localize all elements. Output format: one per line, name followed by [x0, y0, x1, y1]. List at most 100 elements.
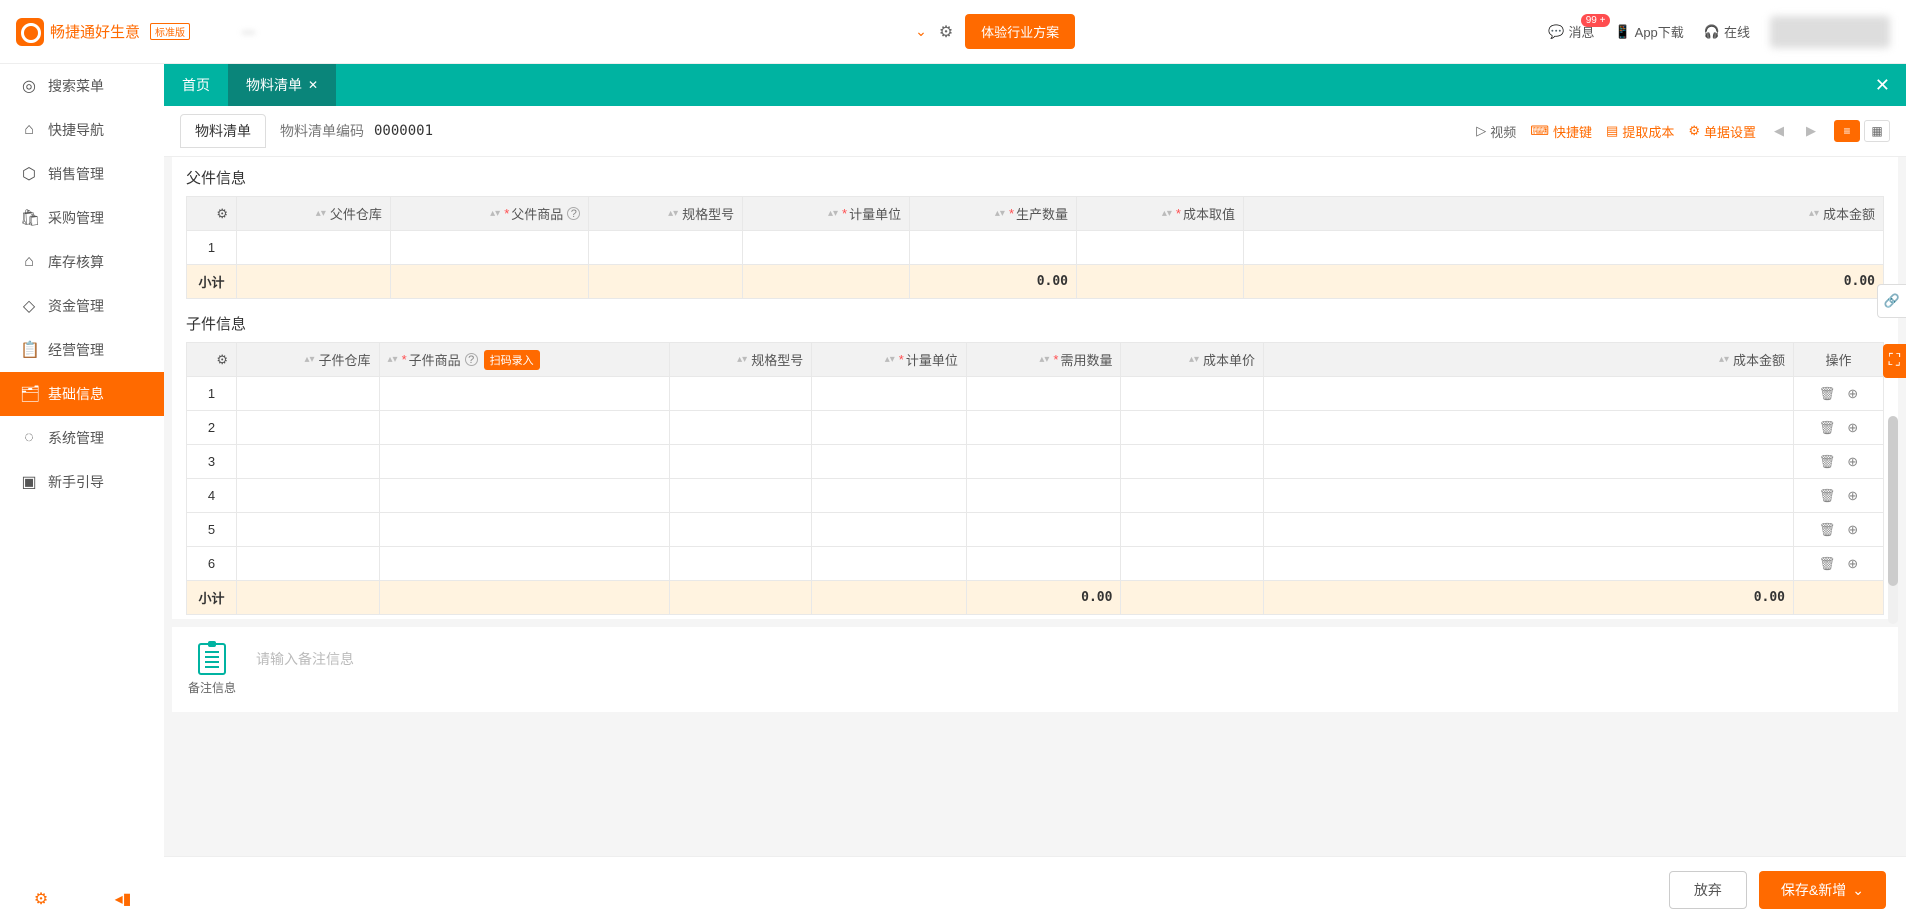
add-icon[interactable]: ⊕	[1847, 454, 1858, 470]
tab-bar: 首页 物料清单 ✕ ✕	[164, 64, 1906, 106]
delete-icon[interactable]: 🗑	[1819, 488, 1836, 504]
table-row[interactable]: 4 🗑 ⊕	[187, 479, 1884, 513]
col-parent-unit[interactable]: ▴▾*计量单位	[743, 197, 910, 231]
extract-cost-link[interactable]: ▤提取成本	[1606, 122, 1674, 141]
col-parent-cost[interactable]: ▴▾*成本取值	[1077, 197, 1244, 231]
sidebar-item-basedata[interactable]: 🗂基础信息	[0, 372, 164, 416]
gear-icon: ⚙	[1688, 123, 1700, 139]
prev-doc-button[interactable]: ◀	[1770, 123, 1788, 139]
search-icon: ◎	[20, 76, 38, 96]
sidebar-item-purchase[interactable]: 🛍采购管理	[0, 196, 164, 240]
delete-icon[interactable]: 🗑	[1819, 420, 1836, 436]
support-link[interactable]: 🎧 在线	[1704, 22, 1750, 41]
messages-link[interactable]: 💬 消息 99 +	[1548, 22, 1594, 41]
user-avatar[interactable]	[1770, 16, 1890, 48]
bom-code-value: 0000001	[374, 123, 433, 139]
col-gear[interactable]: ⚙	[187, 343, 237, 377]
download-link[interactable]: 📱 App下载	[1614, 22, 1683, 41]
table-row[interactable]: 3🗑⊕	[187, 445, 1884, 479]
expand-button[interactable]: ⛶	[1883, 344, 1906, 378]
sub-header: 物料清单 物料清单编码 0000001 ▷视频 ⌨快捷键 ▤提取成本 ⚙单据设置…	[164, 106, 1906, 157]
table-row[interactable]: 1	[187, 231, 1884, 265]
col-child-wh[interactable]: ▴▾子件仓库	[237, 343, 380, 377]
col-child-qty[interactable]: ▴▾*需用数量	[966, 343, 1121, 377]
col-child-amount[interactable]: ▴▾成本金额	[1264, 343, 1794, 377]
hotkey-link[interactable]: ⌨快捷键	[1530, 122, 1592, 141]
subtab-bom[interactable]: 物料清单	[180, 114, 266, 148]
doc-settings-link[interactable]: ⚙单据设置	[1688, 122, 1756, 141]
col-child-goods[interactable]: ▴▾*子件商品?扫码录入	[379, 343, 669, 377]
col-child-unit[interactable]: ▴▾*计量单位	[812, 343, 967, 377]
view-grid-button[interactable]: ▦	[1864, 120, 1890, 142]
next-doc-button[interactable]: ▶	[1802, 123, 1820, 139]
tab-home[interactable]: 首页	[164, 64, 228, 106]
brand-name: 畅捷通好生意	[50, 21, 140, 42]
table-row[interactable]: 5🗑⊕	[187, 513, 1884, 547]
tab-bom[interactable]: 物料清单 ✕	[228, 64, 336, 106]
scrollbar-thumb[interactable]	[1888, 416, 1898, 586]
delete-icon[interactable]: 🗑	[1819, 522, 1836, 538]
parent-table: ⚙ ▴▾父件仓库 ▴▾*父件商品? ▴▾规格型号 ▴▾*计量单位 ▴▾*生产数量…	[186, 196, 1884, 299]
scan-button[interactable]: 扫码录入	[484, 350, 540, 370]
sidebar-item-guide[interactable]: ▣新手引导	[0, 460, 164, 504]
sidebar-item-funds[interactable]: ◇资金管理	[0, 284, 164, 328]
add-icon[interactable]: ⊕	[1847, 556, 1858, 572]
add-icon[interactable]: ⊕	[1847, 522, 1858, 538]
save-new-button[interactable]: 保存&新增 ⌄	[1759, 871, 1886, 909]
col-gear[interactable]: ⚙	[187, 197, 237, 231]
sidebar-item-search[interactable]: ◎搜索菜单	[0, 64, 164, 108]
sort-icon: ▴▾	[885, 357, 895, 363]
footer: 放弃 保存&新增 ⌄	[164, 856, 1906, 923]
subtotal-qty: 0.00	[966, 581, 1121, 615]
system-icon: ◌	[20, 429, 38, 447]
close-all-tabs[interactable]: ✕	[1859, 75, 1906, 96]
col-child-spec[interactable]: ▴▾规格型号	[669, 343, 812, 377]
add-icon[interactable]: ⊕	[1847, 420, 1858, 436]
help-icon[interactable]: ?	[567, 207, 580, 220]
discard-button[interactable]: 放弃	[1669, 871, 1747, 909]
warehouse-icon: ⌂	[20, 253, 38, 271]
trial-button[interactable]: 体验行业方案	[965, 14, 1075, 49]
parent-subtotal-row: 小计 0.00 0.00	[187, 265, 1884, 299]
scrollbar[interactable]	[1888, 416, 1898, 624]
sidebar-item-sales[interactable]: ⬡销售管理	[0, 152, 164, 196]
col-parent-wh[interactable]: ▴▾父件仓库	[237, 197, 391, 231]
sidebar-item-inventory[interactable]: ⌂库存核算	[0, 240, 164, 284]
close-icon[interactable]: ✕	[308, 78, 318, 92]
sidebar: ◎搜索菜单 ⌂快捷导航 ⬡销售管理 🛍采购管理 ⌂库存核算 ◇资金管理 📋经营管…	[0, 64, 164, 923]
view-list-button[interactable]: ≡	[1834, 120, 1860, 142]
sidebar-item-quicknav[interactable]: ⌂快捷导航	[0, 108, 164, 152]
chevron-down-icon[interactable]: ⌄	[915, 23, 927, 40]
add-icon[interactable]: ⊕	[1847, 386, 1858, 402]
col-child-price[interactable]: ▴▾成本单价	[1121, 343, 1264, 377]
gear-icon[interactable]: ⚙	[939, 22, 953, 42]
col-parent-qty[interactable]: ▴▾*生产数量	[910, 197, 1077, 231]
video-link[interactable]: ▷视频	[1476, 122, 1516, 141]
notes-section: 备注信息	[172, 627, 1898, 712]
delete-icon[interactable]: 🗑	[1819, 386, 1836, 402]
delete-icon[interactable]: 🗑	[1819, 556, 1836, 572]
chevron-down-icon: ⌄	[1852, 882, 1864, 899]
sidebar-item-operations[interactable]: 📋经营管理	[0, 328, 164, 372]
table-row[interactable]: 6🗑⊕	[187, 547, 1884, 581]
attachment-button[interactable]: 🔗	[1877, 284, 1906, 318]
extract-icon: ▤	[1606, 123, 1618, 139]
notes-input[interactable]	[256, 643, 1882, 675]
collapse-sidebar-button[interactable]: ◂▮	[82, 889, 164, 909]
col-parent-goods[interactable]: ▴▾*父件商品?	[390, 197, 588, 231]
help-icon[interactable]: ?	[465, 353, 478, 366]
add-icon[interactable]: ⊕	[1847, 488, 1858, 504]
sort-icon: ▴▾	[1189, 357, 1199, 363]
table-row[interactable]: 1🗑⊕	[187, 377, 1884, 411]
table-row[interactable]: 2🗑⊕	[187, 411, 1884, 445]
row-num: 4	[187, 479, 237, 513]
child-subtotal-row: 小计 0.00 0.00	[187, 581, 1884, 615]
org-selector[interactable]: —	[242, 24, 442, 39]
col-parent-amount[interactable]: ▴▾成本金额	[1244, 197, 1884, 231]
gear-icon: ⚙	[216, 206, 228, 222]
col-parent-spec[interactable]: ▴▾规格型号	[589, 197, 743, 231]
settings-button[interactable]: ⚙	[0, 889, 82, 909]
delete-icon[interactable]: 🗑	[1819, 454, 1836, 470]
sort-icon: ▴▾	[1809, 211, 1819, 217]
sidebar-item-system[interactable]: ◌系统管理	[0, 416, 164, 460]
